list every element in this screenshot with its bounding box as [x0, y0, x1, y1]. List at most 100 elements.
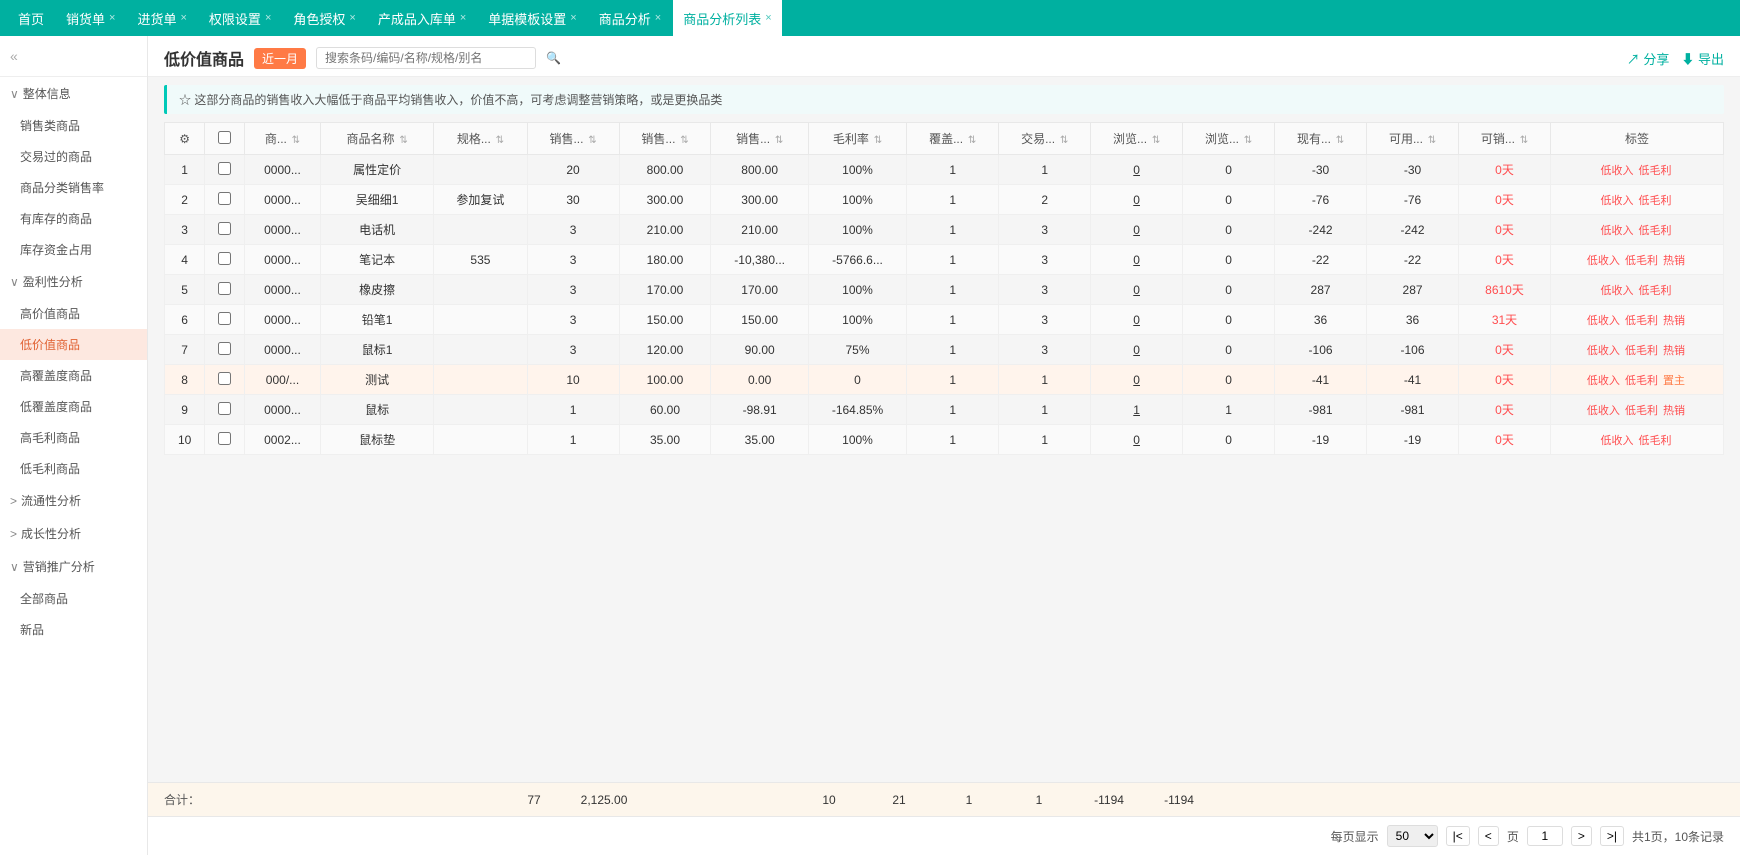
cell-spec: 参加复试 — [434, 185, 527, 215]
nav-close-icon[interactable]: × — [570, 12, 576, 24]
cell-coverage: 1 — [907, 305, 999, 335]
row-checkbox[interactable] — [218, 312, 231, 325]
cell-sales_price: 300.00 — [619, 185, 711, 215]
col-header-sales_qty[interactable]: 销售... ⇅ — [527, 123, 619, 155]
underline-value[interactable]: 0 — [1133, 373, 1140, 387]
cell-current: -19 — [1275, 425, 1367, 455]
row-checkbox[interactable] — [218, 432, 231, 445]
search-icon[interactable]: 🔍 — [546, 51, 561, 65]
row-checkbox[interactable] — [218, 402, 231, 415]
col-header-available[interactable]: 可用... ⇅ — [1367, 123, 1459, 155]
row-checkbox[interactable] — [218, 342, 231, 355]
page-size-select[interactable]: 50 100 200 — [1387, 825, 1438, 847]
cell-available: -242 — [1367, 215, 1459, 245]
row-checkbox[interactable] — [218, 372, 231, 385]
underline-value[interactable]: 0 — [1133, 253, 1140, 267]
col-header-code[interactable]: 商... ⇅ — [245, 123, 321, 155]
nav-close-icon[interactable]: × — [460, 12, 466, 24]
sidebar-item-低覆盖度商品[interactable]: 低覆盖度商品 — [0, 391, 147, 422]
sidebar-item-有库存的商品[interactable]: 有库存的商品 — [0, 203, 147, 234]
underline-value[interactable]: 0 — [1133, 433, 1140, 447]
last-page-btn[interactable]: >| — [1600, 826, 1624, 846]
sidebar-item-销售类商品[interactable]: 销售类商品 — [0, 110, 147, 141]
nav-item-销货单[interactable]: 销货单× — [56, 0, 125, 36]
sidebar-section-营销推广分析[interactable]: ∨营销推广分析 — [0, 550, 147, 583]
tag-低收入: 低收入 — [1587, 345, 1623, 357]
nav-close-icon[interactable]: × — [655, 12, 661, 24]
cell-view2: 0 — [1183, 185, 1275, 215]
nav-close-icon[interactable]: × — [765, 12, 771, 24]
prev-page-btn[interactable]: < — [1478, 826, 1499, 846]
search-input[interactable] — [316, 47, 536, 69]
nav-item-商品分析[interactable]: 商品分析× — [589, 0, 671, 36]
nav-item-产成品入库单[interactable]: 产成品入库单× — [368, 0, 476, 36]
col-header-coverage[interactable]: 覆盖... ⇅ — [907, 123, 999, 155]
sidebar-item-高覆盖度商品[interactable]: 高覆盖度商品 — [0, 360, 147, 391]
col-header-view2[interactable]: 浏览... ⇅ — [1183, 123, 1275, 155]
cell-view1: 0 — [1091, 215, 1183, 245]
section-label: 盈利性分析 — [23, 273, 83, 290]
cell-checkbox — [205, 305, 245, 335]
col-header-spec[interactable]: 规格... ⇅ — [434, 123, 527, 155]
col-header-sales_price[interactable]: 销售... ⇅ — [619, 123, 711, 155]
page-input[interactable] — [1527, 826, 1563, 846]
sidebar-item-低价值商品[interactable]: 低价值商品 — [0, 329, 147, 360]
share-btn[interactable]: ↗ 分享 — [1627, 49, 1670, 68]
col-header-sales_total[interactable]: 销售... ⇅ — [711, 123, 808, 155]
nav-close-icon[interactable]: × — [265, 12, 271, 24]
nav-close-icon[interactable]: × — [180, 12, 186, 24]
underline-value[interactable]: 1 — [1133, 403, 1140, 417]
cell-spec — [434, 215, 527, 245]
row-checkbox[interactable] — [218, 162, 231, 175]
cell-sales_price: 120.00 — [619, 335, 711, 365]
nav-close-icon[interactable]: × — [349, 12, 355, 24]
sidebar-item-高价值商品[interactable]: 高价值商品 — [0, 298, 147, 329]
sidebar-section-盈利性分析[interactable]: ∨盈利性分析 — [0, 265, 147, 298]
sidebar-item-交易过的商品[interactable]: 交易过的商品 — [0, 141, 147, 172]
first-page-btn[interactable]: |< — [1446, 826, 1470, 846]
col-header-name[interactable]: 商品名称 ⇅ — [320, 123, 433, 155]
col-header-current[interactable]: 现有... ⇅ — [1275, 123, 1367, 155]
nav-close-icon[interactable]: × — [109, 12, 115, 24]
row-checkbox[interactable] — [218, 252, 231, 265]
underline-value[interactable]: 0 — [1133, 163, 1140, 177]
sidebar-section-成长性分析[interactable]: >成长性分析 — [0, 517, 147, 550]
sidebar-item-低毛利商品[interactable]: 低毛利商品 — [0, 453, 147, 484]
row-checkbox[interactable] — [218, 222, 231, 235]
row-checkbox[interactable] — [218, 282, 231, 295]
main-content: 低价值商品 近一月 🔍 ↗ 分享 ⬇ 导出 ☆ 这部分商品的销售收入大幅低于商品… — [148, 36, 1740, 855]
sidebar-item-商品分类销售率[interactable]: 商品分类销售率 — [0, 172, 147, 203]
cell-sales_price: 100.00 — [619, 365, 711, 395]
nav-item-首页[interactable]: 首页 — [8, 0, 54, 36]
nav-item-单据模板设置[interactable]: 单据模板设置× — [478, 0, 586, 36]
sidebar-collapse-btn[interactable]: « — [6, 44, 22, 68]
row-checkbox[interactable] — [218, 192, 231, 205]
cell-transaction: 3 — [999, 305, 1091, 335]
sidebar-section-整体信息[interactable]: ∨整体信息 — [0, 77, 147, 110]
underline-value[interactable]: 0 — [1133, 313, 1140, 327]
nav-item-角色授权[interactable]: 角色授权× — [283, 0, 365, 36]
col-header-margin[interactable]: 毛利率 ⇅ — [808, 123, 906, 155]
underline-value[interactable]: 0 — [1133, 193, 1140, 207]
underline-value[interactable]: 0 — [1133, 283, 1140, 297]
next-page-btn[interactable]: > — [1571, 826, 1592, 846]
underline-value[interactable]: 0 — [1133, 343, 1140, 357]
sidebar-item-高毛利商品[interactable]: 高毛利商品 — [0, 422, 147, 453]
footer-cell — [220, 793, 260, 807]
nav-item-商品分析列表[interactable]: 商品分析列表× — [673, 0, 781, 36]
col-header-saleable[interactable]: 可销... ⇅ — [1459, 123, 1551, 155]
col-header-view1[interactable]: 浏览... ⇅ — [1091, 123, 1183, 155]
filter-period-btn[interactable]: 近一月 — [254, 48, 306, 69]
col-header-checkbox — [205, 123, 245, 155]
notice-bar: ☆ 这部分商品的销售收入大幅低于商品平均销售收入，价值不高，可考虑调整营销策略，… — [164, 85, 1724, 114]
nav-item-权限设置[interactable]: 权限设置× — [199, 0, 281, 36]
nav-item-进货单[interactable]: 进货单× — [127, 0, 196, 36]
select-all-checkbox[interactable] — [218, 131, 231, 144]
col-header-transaction[interactable]: 交易... ⇅ — [999, 123, 1091, 155]
sidebar-item-库存资金占用[interactable]: 库存资金占用 — [0, 234, 147, 265]
export-btn[interactable]: ⬇ 导出 — [1681, 49, 1724, 68]
sidebar-item-全部商品[interactable]: 全部商品 — [0, 583, 147, 614]
underline-value[interactable]: 0 — [1133, 223, 1140, 237]
sidebar-section-流通性分析[interactable]: >流通性分析 — [0, 484, 147, 517]
sidebar-item-新品[interactable]: 新品 — [0, 614, 147, 645]
